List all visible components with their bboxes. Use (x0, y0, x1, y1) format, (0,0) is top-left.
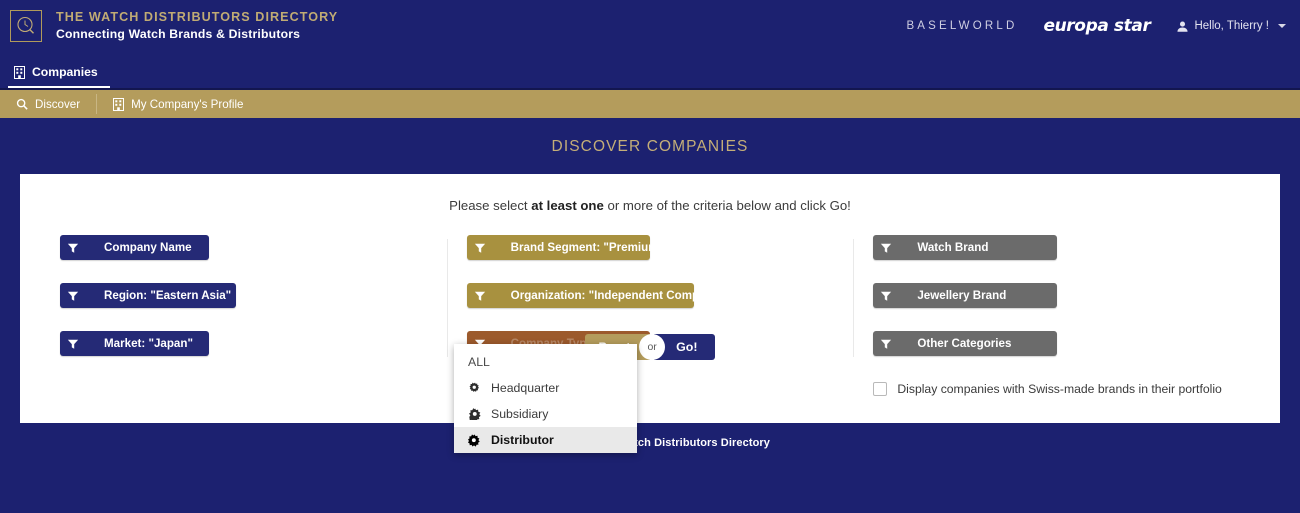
filter-organization[interactable]: Organization: "Independent Company" (466, 283, 725, 308)
dropdown-item-distributor[interactable]: Distributor (454, 427, 637, 453)
subnav-my-company-label: My Company's Profile (131, 97, 244, 111)
intro-bold: at least one (531, 198, 604, 213)
filter-column-3: Watch Brand Jewellery Brand Other Catego… (853, 235, 1260, 396)
subnav-discover-label: Discover (35, 97, 81, 111)
discover-filters-card: Please select at least one or more of th… (20, 174, 1280, 423)
top-header: THE WATCH DISTRIBUTORS DIRECTORY Connect… (0, 0, 1300, 52)
swiss-made-checkbox-row[interactable]: Display companies with Swiss-made brands… (873, 382, 1240, 396)
filter-watch-brand[interactable]: Watch Brand (873, 235, 1058, 260)
dropdown-item-all[interactable]: ALL (454, 349, 637, 375)
filter-region[interactable]: Region: "Eastern Asia" (60, 283, 236, 308)
go-button[interactable]: Go! (654, 334, 716, 360)
brand-subtitle: Connecting Watch Brands & Distributors (56, 27, 301, 42)
partner-europastar[interactable]: europa star (1043, 16, 1150, 36)
header-right-group: BASELWORLD europa star Hello, Thierry ! (906, 16, 1286, 36)
primary-tabstrip: Companies (0, 52, 1300, 88)
filter-watch-brand-label: Watch Brand (917, 241, 989, 254)
page-title: DISCOVER COMPANIES (551, 138, 749, 155)
dropdown-item-subsidiary[interactable]: Subsidiary (454, 401, 637, 427)
site-logo[interactable] (10, 10, 42, 42)
dropdown-item-distributor-label: Distributor (491, 433, 554, 447)
swiss-made-checkbox[interactable] (873, 382, 888, 396)
watch-magnifier-logo-icon (17, 16, 34, 34)
filter-column-1: Company Name Region: "Eastern Asia" Mark… (40, 235, 447, 396)
filter-organization-label: Organization: "Independent Company" (510, 289, 725, 302)
gear-icon (468, 408, 481, 420)
user-menu[interactable]: Hello, Thierry ! (1176, 20, 1286, 33)
filter-company-name[interactable]: Company Name (60, 235, 209, 260)
filter-jewellery-brand[interactable]: Jewellery Brand (873, 283, 1058, 308)
intro-after: or more of the criteria below and click … (603, 198, 851, 213)
action-row: Reset or Go! (20, 334, 1280, 360)
filter-brand-segment[interactable]: Brand Segment: "Premium" (466, 235, 664, 260)
building-icon (14, 65, 25, 79)
company-type-dropdown[interactable]: ALL Headquarter Subsidiary Distributor (454, 344, 637, 453)
filter-icon (873, 290, 899, 302)
filter-jewellery-brand-label: Jewellery Brand (917, 289, 1007, 302)
secondary-navbar: Discover My Company's Profile (0, 88, 1300, 118)
filter-icon (60, 242, 86, 254)
tab-companies-label: Companies (32, 65, 98, 79)
filter-region-label: Region: "Eastern Asia" (104, 289, 232, 302)
subnav-item-my-company-profile[interactable]: My Company's Profile (97, 90, 259, 118)
partner-baselworld[interactable]: BASELWORLD (906, 20, 1017, 32)
filter-columns: Company Name Region: "Eastern Asia" Mark… (20, 235, 1280, 396)
building-icon (113, 97, 125, 111)
dropdown-item-all-label: ALL (468, 355, 490, 369)
dropdown-item-subsidiary-label: Subsidiary (491, 407, 549, 421)
search-icon (16, 98, 28, 110)
filter-icon (467, 290, 493, 302)
dropdown-item-headquarter-label: Headquarter (491, 381, 560, 395)
filter-icon (60, 290, 86, 302)
swiss-made-checkbox-label: Display companies with Swiss-made brands… (897, 382, 1222, 396)
filter-company-name-label: Company Name (104, 241, 192, 254)
brand-title: THE WATCH DISTRIBUTORS DIRECTORY (56, 9, 339, 24)
filter-icon (873, 242, 899, 254)
footer-copyright: ©2019-2020 The Watch Distributors Direct… (529, 437, 770, 449)
subnav-item-discover[interactable]: Discover (0, 90, 96, 118)
dropdown-item-headquarter[interactable]: Headquarter (454, 375, 637, 401)
chevron-down-icon (1278, 24, 1286, 28)
or-separator: or (641, 336, 664, 358)
user-icon (1177, 21, 1188, 32)
gear-icon (468, 433, 481, 447)
intro-before: Please select (449, 198, 532, 213)
user-greeting: Hello, Thierry ! (1194, 20, 1269, 32)
card-intro-text: Please select at least one or more of th… (20, 198, 1280, 213)
filter-icon (467, 242, 493, 254)
filter-brand-segment-label: Brand Segment: "Premium" (510, 241, 665, 254)
tab-companies[interactable]: Companies (8, 65, 110, 88)
gear-icon (468, 382, 481, 394)
brand-text-block: THE WATCH DISTRIBUTORS DIRECTORY Connect… (56, 10, 338, 42)
